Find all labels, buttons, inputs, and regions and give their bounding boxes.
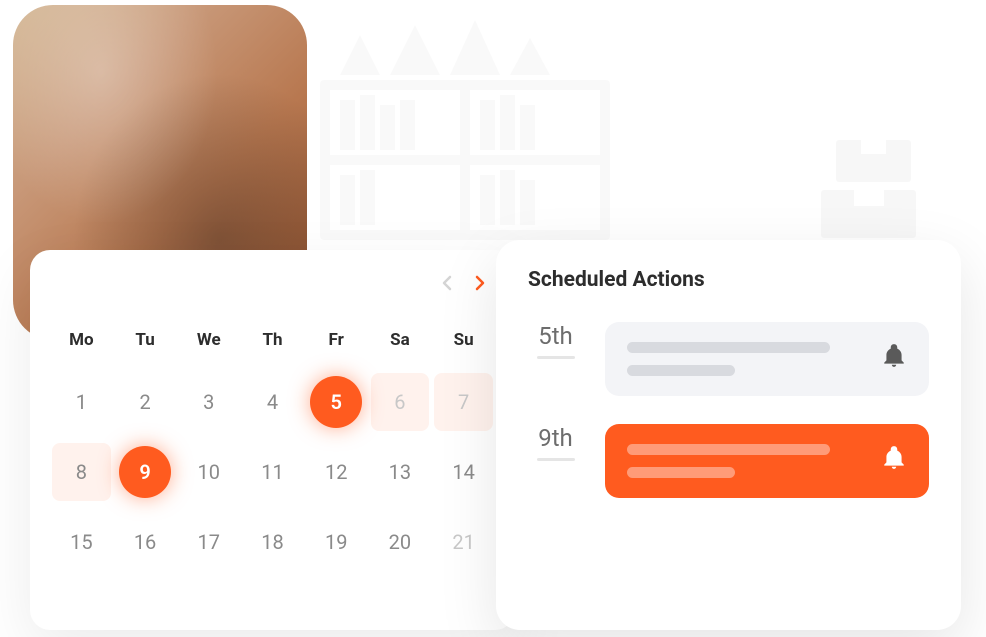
day-header: Tu: [116, 322, 175, 358]
calendar-day[interactable]: 17: [179, 513, 238, 571]
boxes-decoration: [806, 135, 936, 240]
scheduled-actions-title: Scheduled Actions: [528, 268, 929, 292]
bell-icon: [881, 342, 907, 368]
bell-icon: [881, 444, 907, 470]
calendar-day[interactable]: 14: [434, 443, 493, 501]
calendar-next-button[interactable]: [471, 272, 487, 297]
calendar-prev-button[interactable]: [440, 272, 456, 297]
day-header: We: [179, 322, 238, 358]
scheduled-action-item[interactable]: 9th: [528, 424, 929, 498]
action-date: 5th: [528, 322, 583, 359]
calendar-day[interactable]: 18: [243, 513, 302, 571]
scheduled-actions-panel: Scheduled Actions 5th 9th: [496, 240, 961, 630]
calendar-day-headers: Mo Tu We Th Fr Sa Su: [30, 312, 515, 368]
calendar-day[interactable]: 1: [52, 373, 111, 431]
calendar-day[interactable]: 3: [179, 373, 238, 431]
calendar-day[interactable]: 11: [243, 443, 302, 501]
action-title-placeholder: [627, 444, 830, 455]
action-title-placeholder: [627, 342, 830, 353]
calendar-day[interactable]: 12: [307, 443, 366, 501]
calendar-day[interactable]: 2: [116, 373, 175, 431]
action-card-active[interactable]: [605, 424, 929, 498]
action-card[interactable]: [605, 322, 929, 396]
calendar-day[interactable]: 21: [434, 513, 493, 571]
day-header: Su: [434, 322, 493, 358]
scheduled-action-item[interactable]: 5th: [528, 322, 929, 396]
day-header: Fr: [307, 322, 366, 358]
action-subtitle-placeholder: [627, 467, 735, 478]
calendar-day[interactable]: 8: [52, 443, 111, 501]
bookshelf-decoration: [300, 0, 630, 250]
calendar-day[interactable]: 7: [434, 373, 493, 431]
calendar-day[interactable]: 6: [371, 373, 430, 431]
calendar-day[interactable]: 9: [116, 443, 175, 501]
calendar-day[interactable]: 4: [243, 373, 302, 431]
calendar-day[interactable]: 5: [307, 373, 366, 431]
calendar-day[interactable]: 10: [179, 443, 238, 501]
day-header: Sa: [371, 322, 430, 358]
action-subtitle-placeholder: [627, 365, 735, 376]
day-header: Th: [243, 322, 302, 358]
action-date: 9th: [528, 424, 583, 461]
calendar-widget: Mo Tu We Th Fr Sa Su 1234567891011121314…: [30, 250, 515, 630]
calendar-grid: 123456789101112131415161718192021: [30, 368, 515, 576]
day-header: Mo: [52, 322, 111, 358]
calendar-day[interactable]: 20: [371, 513, 430, 571]
calendar-day[interactable]: 15: [52, 513, 111, 571]
calendar-day[interactable]: 13: [371, 443, 430, 501]
calendar-day[interactable]: 16: [116, 513, 175, 571]
calendar-day[interactable]: 19: [307, 513, 366, 571]
